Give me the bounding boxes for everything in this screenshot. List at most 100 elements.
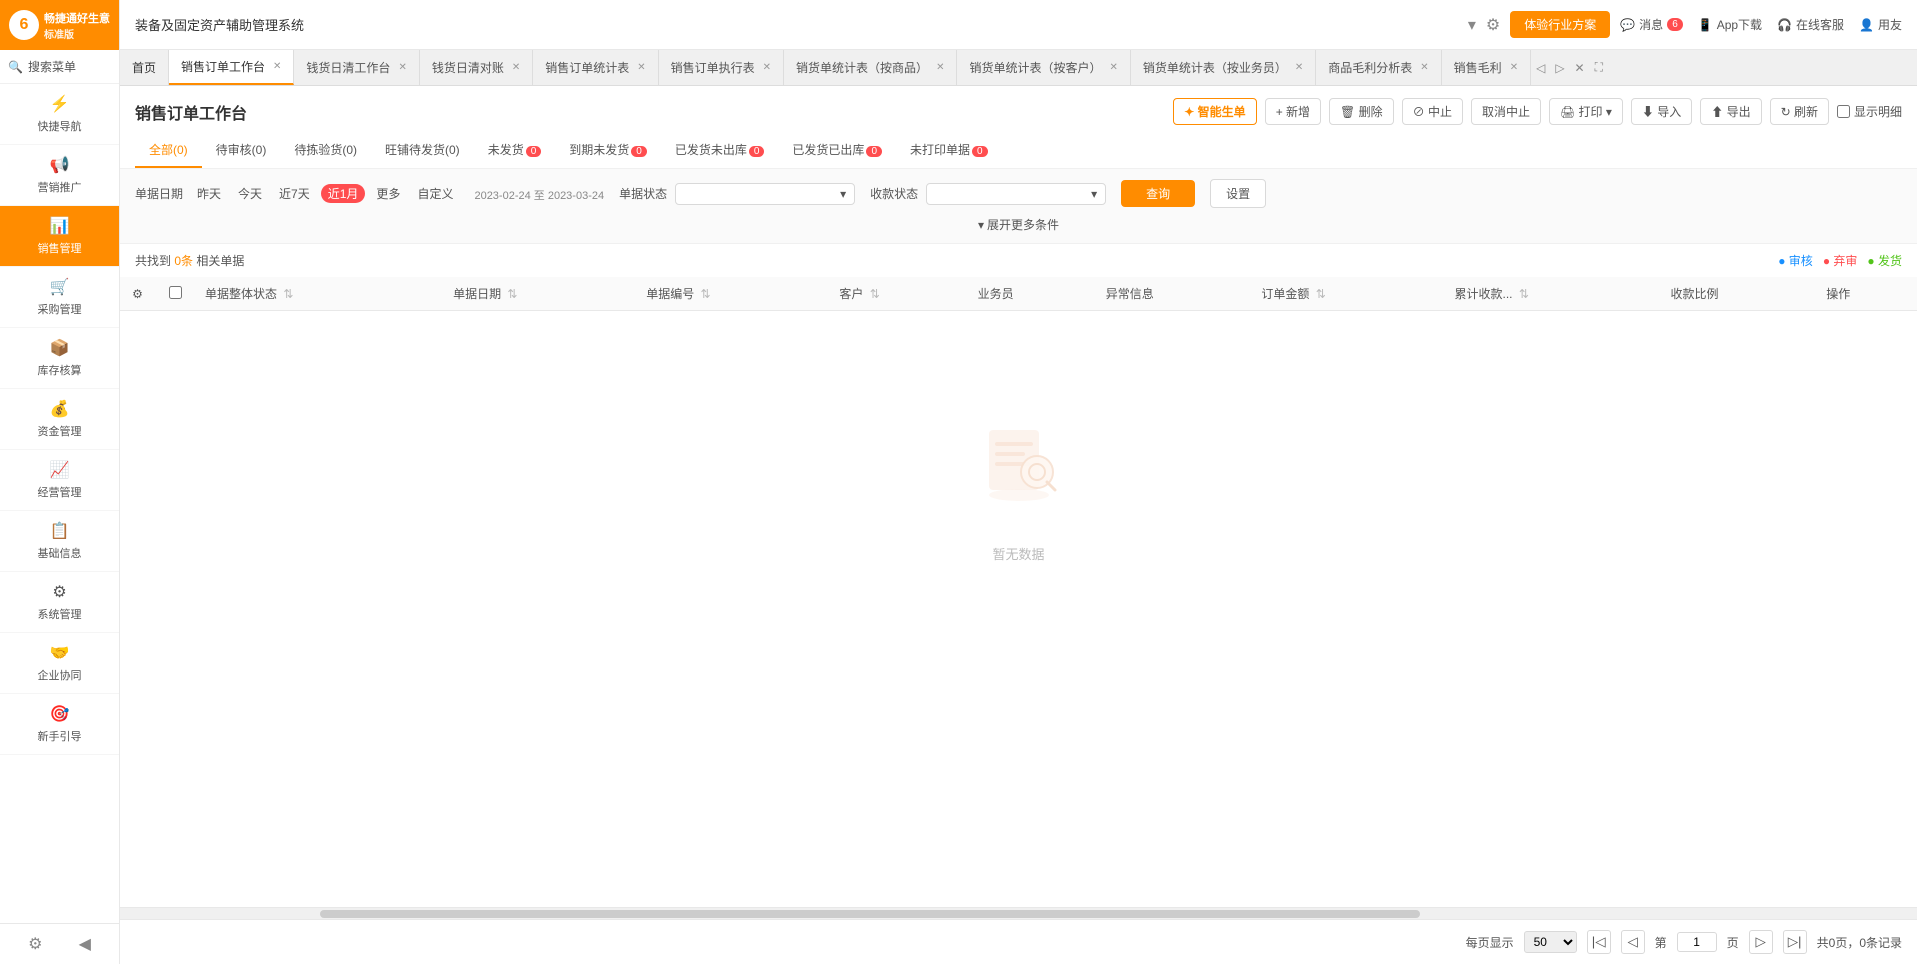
select-all-checkbox[interactable]: [169, 286, 182, 299]
tab-margin-analysis[interactable]: 商品毛利分析表 ✕: [1316, 50, 1441, 85]
date-more[interactable]: 更多: [370, 183, 406, 204]
delete-btn[interactable]: 🗑 删除: [1329, 98, 1394, 125]
filter-tab-unshipped[interactable]: 未发货0: [474, 133, 556, 168]
sidebar-settings-icon[interactable]: ⚙: [28, 934, 42, 954]
page-size-select[interactable]: 50 100 200: [1524, 931, 1577, 953]
batch-review-btn[interactable]: ● 审核: [1778, 252, 1813, 269]
col-salesperson: 业务员: [968, 277, 1096, 311]
sidebar-item-operations[interactable]: 📈 经营管理: [0, 450, 119, 511]
col-checkbox[interactable]: [155, 277, 195, 311]
payment-select[interactable]: ▾: [926, 183, 1106, 205]
filter-tab-wangpu-ship[interactable]: 旺铺待发货(0): [371, 133, 474, 168]
horizontal-scrollbar[interactable]: [120, 907, 1917, 919]
show-detail-checkbox[interactable]: [1837, 105, 1850, 118]
query-btn[interactable]: 查询: [1121, 180, 1195, 207]
page-input[interactable]: [1677, 932, 1717, 952]
refresh-btn[interactable]: ↻ 刷新: [1770, 98, 1829, 125]
tab-sales-workbench[interactable]: 销售订单工作台 ✕: [169, 50, 294, 85]
sidebar-item-guide[interactable]: 🎯 新手引导: [0, 694, 119, 755]
export-btn[interactable]: ⬆ 导出: [1700, 98, 1761, 125]
tab-close-4[interactable]: ✕: [637, 62, 645, 73]
sidebar-item-system[interactable]: ⚙ 系统管理: [0, 572, 119, 633]
tab-close-all[interactable]: ✕: [1570, 50, 1590, 85]
sidebar-collapse-icon[interactable]: ◀: [79, 934, 91, 954]
next-page-btn[interactable]: ▷: [1749, 930, 1773, 954]
service-icon: 🎧: [1777, 18, 1792, 32]
batch-ship-btn[interactable]: ● 发货: [1867, 252, 1902, 269]
col-settings[interactable]: ⚙: [120, 277, 155, 311]
tab-nav-prev[interactable]: ◁: [1531, 50, 1550, 85]
sidebar-item-marketing[interactable]: 📢 营销推广: [0, 145, 119, 206]
filter-tab-pending-review[interactable]: 待审核(0): [202, 133, 281, 168]
message-btn[interactable]: 💬 消息 6: [1620, 16, 1683, 33]
tab-close-9[interactable]: ✕: [1420, 62, 1428, 73]
sidebar-item-purchase[interactable]: 🛒 采购管理: [0, 267, 119, 328]
tab-close-10[interactable]: ✕: [1510, 62, 1518, 73]
page-label: 页: [1727, 934, 1739, 951]
col-collected: 累计收款... ⇅: [1445, 277, 1661, 311]
tab-salesperson-stats[interactable]: 销货单统计表（按业务员） ✕: [1131, 50, 1316, 85]
stop-btn[interactable]: ⊘ 中止: [1402, 98, 1463, 125]
prev-page-btn[interactable]: ◁: [1621, 930, 1645, 954]
filter-tab-shipped-out[interactable]: 已发货已出库0: [778, 133, 896, 168]
topbar-dropdown[interactable]: ▾: [1468, 15, 1476, 35]
date-custom[interactable]: 自定义: [411, 183, 459, 204]
system-icon: ⚙: [52, 582, 66, 602]
tab-home[interactable]: 首页: [120, 50, 169, 85]
tab-close-7[interactable]: ✕: [1109, 62, 1117, 73]
tab-close-3[interactable]: ✕: [512, 62, 520, 73]
tab-close-6[interactable]: ✕: [936, 62, 944, 73]
industry-btn[interactable]: 体验行业方案: [1510, 11, 1610, 38]
add-btn[interactable]: + 新增: [1265, 98, 1321, 125]
tab-cash-daily[interactable]: 钱货日清工作台 ✕: [294, 50, 419, 85]
tab-close-8[interactable]: ✕: [1295, 62, 1303, 73]
tab-margin[interactable]: 销售毛利 ✕: [1442, 50, 1531, 85]
app-download-btn[interactable]: 📱 App下载: [1698, 16, 1762, 33]
col-abnormal: 异常信息: [1096, 277, 1252, 311]
tab-sales-exec[interactable]: 销售订单执行表 ✕: [659, 50, 784, 85]
tab-nav-next[interactable]: ▷: [1550, 50, 1569, 85]
sidebar-item-baseinfo[interactable]: 📋 基础信息: [0, 511, 119, 572]
sidebar-item-quicknav[interactable]: ⚡ 快捷导航: [0, 84, 119, 145]
sidebar-item-finance[interactable]: 💰 资金管理: [0, 389, 119, 450]
topbar-settings-icon[interactable]: ⚙: [1486, 15, 1500, 35]
print-btn[interactable]: 🖨 打印 ▾: [1549, 98, 1623, 125]
date-yesterday[interactable]: 昨天: [191, 183, 227, 204]
filter-tab-unprinted[interactable]: 未打印单据0: [896, 133, 1002, 168]
tab-customer-stats[interactable]: 销货单统计表（按客户） ✕: [957, 50, 1130, 85]
settings-btn[interactable]: 设置: [1210, 179, 1266, 208]
tab-close-1[interactable]: ✕: [273, 61, 281, 72]
smart-create-btn[interactable]: ✦ 智能生单: [1173, 98, 1256, 125]
cancel-stop-btn[interactable]: 取消中止: [1471, 98, 1541, 125]
tab-reconcile[interactable]: 钱货日清对账 ✕: [420, 50, 533, 85]
online-service-btn[interactable]: 🎧 在线客服: [1777, 16, 1844, 33]
sidebar-item-search[interactable]: 🔍 搜索菜单: [0, 50, 119, 84]
filter-tab-overdue-ship[interactable]: 到期未发货0: [555, 133, 661, 168]
batch-cancel-btn[interactable]: ● 弃审: [1823, 252, 1858, 269]
user-btn[interactable]: 👤 用友: [1859, 16, 1902, 33]
filter-tab-shipped-not-out[interactable]: 已发货未出库0: [661, 133, 779, 168]
date-7days[interactable]: 近7天: [273, 183, 316, 204]
expand-more-btn[interactable]: ▾ 展开更多条件: [978, 216, 1059, 233]
filter-tab-pending-check[interactable]: 待拣验货(0): [280, 133, 371, 168]
scrollbar-thumb[interactable]: [320, 910, 1420, 918]
sidebar-item-sales[interactable]: 📊 销售管理: [0, 206, 119, 267]
date-today[interactable]: 今天: [232, 183, 268, 204]
tab-close-5[interactable]: ✕: [763, 62, 771, 73]
tab-close-2[interactable]: ✕: [398, 62, 406, 73]
logo-text: 畅捷通好生意 标准版: [44, 10, 110, 41]
logo: 6 畅捷通好生意 标准版: [0, 0, 119, 50]
date-1month[interactable]: 近1月: [321, 184, 366, 203]
sidebar-item-inventory[interactable]: 📦 库存核算: [0, 328, 119, 389]
tab-product-stats[interactable]: 销货单统计表（按商品） ✕: [784, 50, 957, 85]
import-btn[interactable]: ⬇ 导入: [1631, 98, 1692, 125]
tab-maximize[interactable]: ⛶: [1590, 50, 1608, 85]
status-select[interactable]: ▾: [675, 183, 855, 205]
tab-sales-stats[interactable]: 销售订单统计表 ✕: [533, 50, 658, 85]
sidebar-item-collab[interactable]: 🤝 企业协同: [0, 633, 119, 694]
last-page-btn[interactable]: ▷|: [1783, 930, 1807, 954]
filter-tab-all[interactable]: 全部(0): [135, 133, 202, 168]
user-icon: 👤: [1859, 18, 1874, 32]
first-page-btn[interactable]: |◁: [1587, 930, 1611, 954]
show-detail-label[interactable]: 显示明细: [1837, 103, 1902, 120]
